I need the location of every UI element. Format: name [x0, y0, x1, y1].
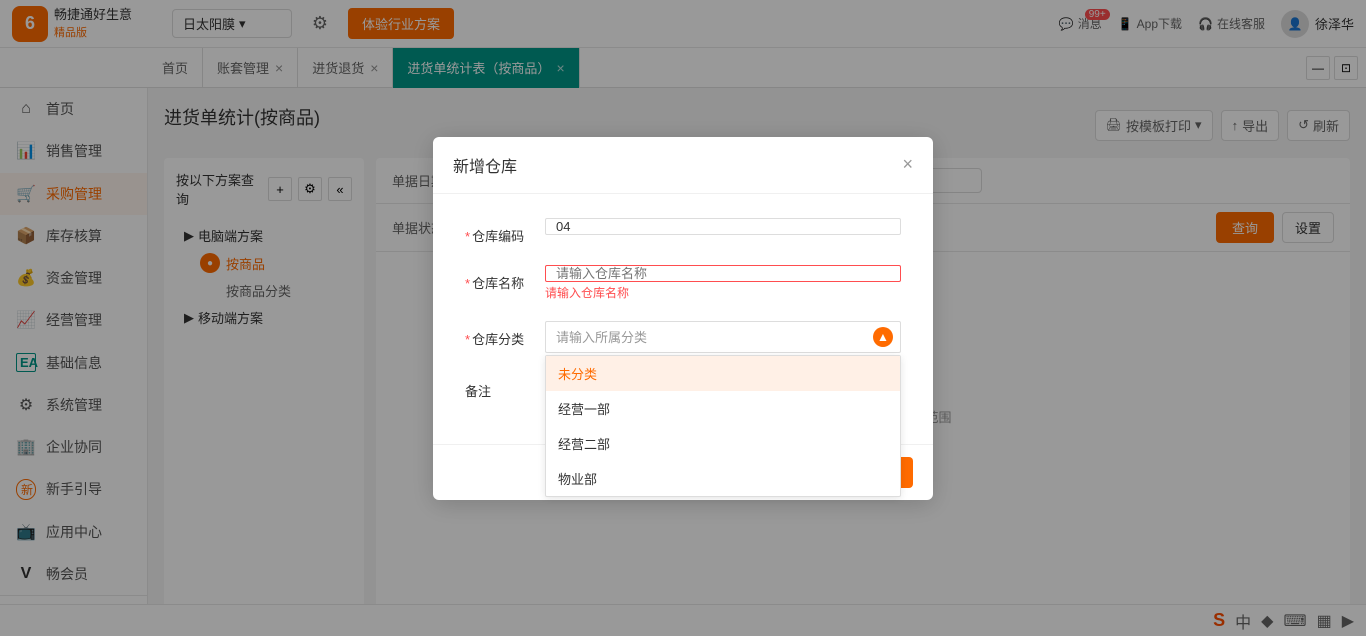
dropdown-option-0[interactable]: 未分类 — [546, 356, 900, 391]
dropdown-option-1[interactable]: 经营一部 — [546, 391, 900, 426]
modal-close-button[interactable]: × — [902, 154, 913, 175]
form-row-name: 仓库名称 请输入仓库名称 — [465, 265, 901, 301]
modal-title: 新增仓库 — [453, 153, 517, 177]
form-row-code: 仓库编码 — [465, 218, 901, 245]
dropdown-option-2[interactable]: 经营二部 — [546, 426, 900, 461]
form-row-category: 仓库分类 请输入所属分类 ▲ 未分类 经营一部 经营二部 物业部 — [465, 321, 901, 353]
category-dropdown[interactable]: 请输入所属分类 ▲ 未分类 经营一部 经营二部 物业部 — [545, 321, 901, 353]
modal-body: 仓库编码 仓库名称 请输入仓库名称 仓库分类 请输入所属分类 — [433, 194, 933, 444]
name-error-message: 请输入仓库名称 — [545, 284, 901, 301]
dropdown-option-3[interactable]: 物业部 — [546, 461, 900, 496]
modal-header: 新增仓库 × — [433, 137, 933, 194]
modal-overlay: 新增仓库 × 仓库编码 仓库名称 请输入仓库名称 仓库分类 — [0, 0, 1366, 636]
category-input[interactable]: 请输入所属分类 ▲ — [545, 321, 901, 353]
dropdown-list: 未分类 经营一部 经营二部 物业部 — [545, 355, 901, 497]
category-label: 仓库分类 — [465, 321, 545, 348]
name-input[interactable] — [545, 265, 901, 282]
add-warehouse-modal: 新增仓库 × 仓库编码 仓库名称 请输入仓库名称 仓库分类 — [433, 137, 933, 500]
note-label: 备注 — [465, 373, 545, 400]
dropdown-arrow-icon: ▲ — [873, 327, 893, 347]
code-input[interactable] — [545, 218, 901, 235]
name-label: 仓库名称 — [465, 265, 545, 292]
code-label: 仓库编码 — [465, 218, 545, 245]
